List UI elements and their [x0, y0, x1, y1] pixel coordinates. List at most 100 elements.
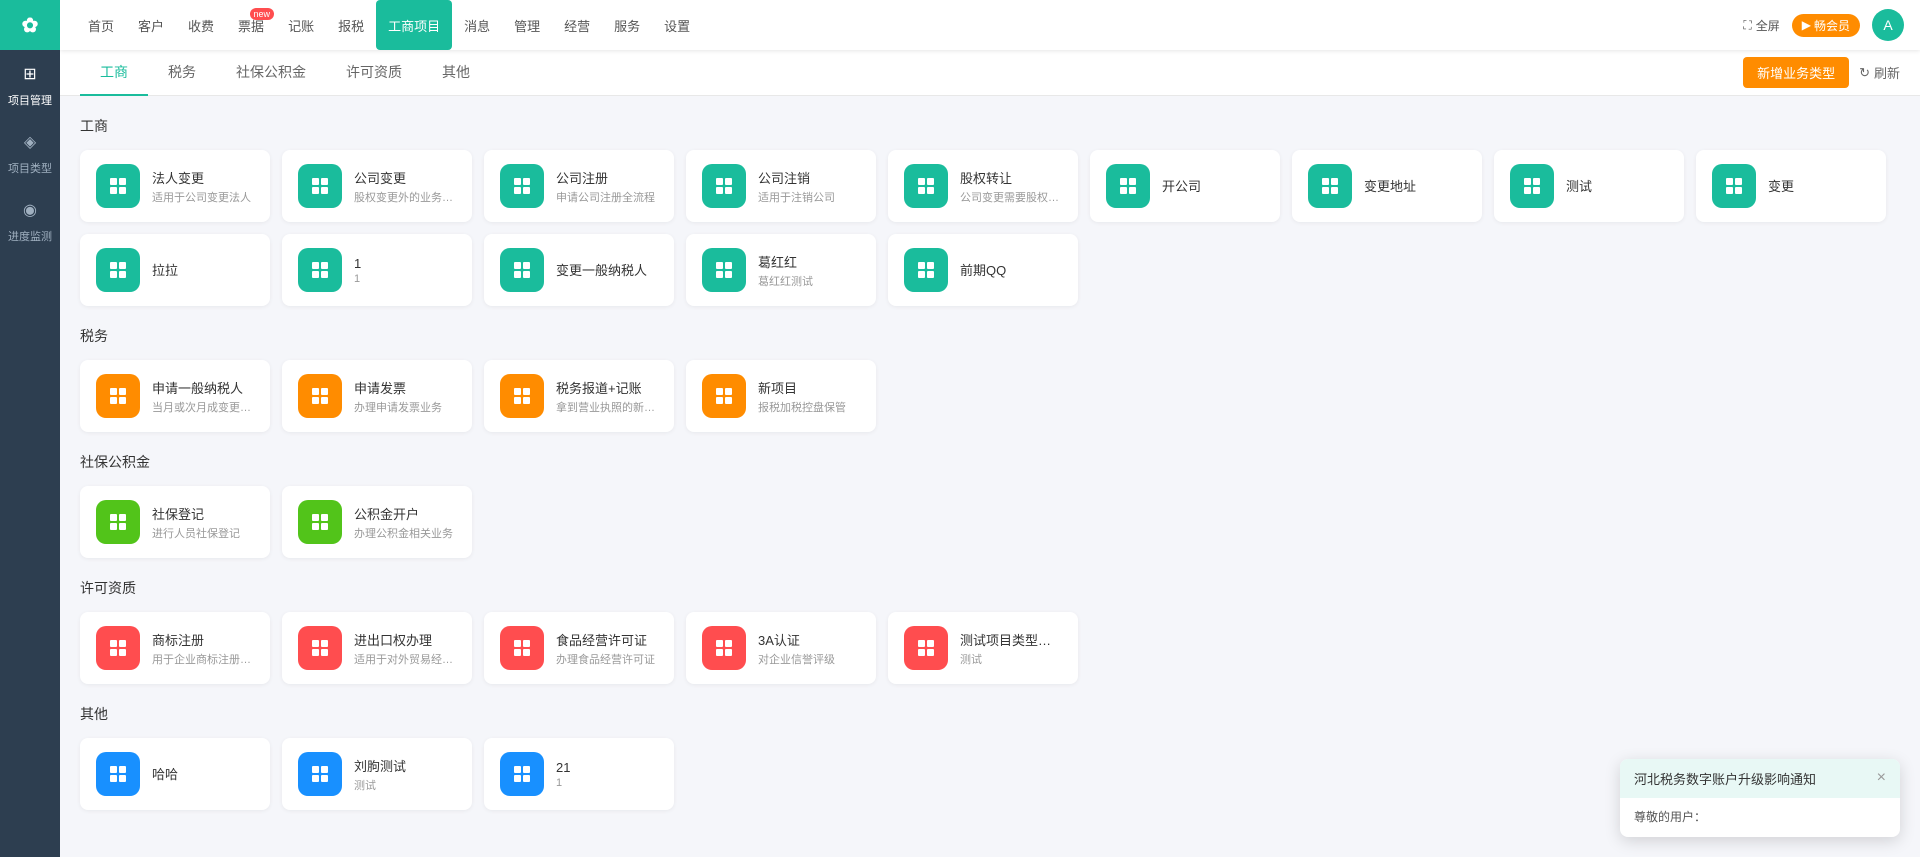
- card-text-open-company: 开公司: [1162, 176, 1264, 197]
- card-desc-food-license: 办理食品经营许可证: [556, 651, 658, 667]
- card-text-ge-honghong: 葛红红葛红红测试: [758, 252, 860, 289]
- section-title-other-section: 其他: [80, 704, 1900, 724]
- card-icon-3a-cert: [702, 626, 746, 670]
- tab-biz[interactable]: 工商: [80, 50, 148, 96]
- card-desc-tax-report: 拿到营业执照的新公司: [556, 399, 658, 415]
- nav-settings[interactable]: 设置: [652, 0, 702, 50]
- card-title-liupao-test: 刘朐测试: [354, 756, 456, 775]
- card-fund-account[interactable]: 公积金开户办理公积金相关业务: [282, 486, 472, 558]
- card-text-change-taxpayer: 变更一般纳税人: [556, 260, 658, 281]
- card-icon-company-cancel: [702, 164, 746, 208]
- card-one[interactable]: 11: [282, 234, 472, 306]
- card-text-haha: 哈哈: [152, 764, 254, 785]
- nav-manage[interactable]: 管理: [502, 0, 552, 50]
- nav-home[interactable]: 首页: [76, 0, 126, 50]
- tab-license[interactable]: 许可资质: [326, 50, 422, 96]
- card-icon-company-change: [298, 164, 342, 208]
- sidebar-item-project-type[interactable]: ◈ 项目类型: [0, 118, 60, 186]
- card-lala[interactable]: 拉拉: [80, 234, 270, 306]
- card-liupao-test[interactable]: 刘朐测试测试: [282, 738, 472, 810]
- card-company-register[interactable]: 公司注册申请公司注册全流程: [484, 150, 674, 222]
- card-company-change[interactable]: 公司变更股权变更外的业务变更: [282, 150, 472, 222]
- card-open-company[interactable]: 开公司: [1090, 150, 1280, 222]
- nav-message[interactable]: 消息: [452, 0, 502, 50]
- fullscreen-icon: ⛶: [1743, 18, 1751, 33]
- content-body: 工商法人变更适用于公司变更法人公司变更股权变更外的业务变更公司注册申请公司注册全…: [60, 96, 1920, 850]
- cards-grid-biz-section: 法人变更适用于公司变更法人公司变更股权变更外的业务变更公司注册申请公司注册全流程…: [80, 150, 1900, 306]
- card-tax-report[interactable]: 税务报道+记账拿到营业执照的新公司: [484, 360, 674, 432]
- card-text-new-project: 新项目报税加税控盘保管: [758, 378, 860, 415]
- nav-operate[interactable]: 经营: [552, 0, 602, 50]
- nav-tax[interactable]: 报税: [326, 0, 376, 50]
- card-import-export[interactable]: 进出口权办理适用于对外贸易经营者: [282, 612, 472, 684]
- card-test[interactable]: 测试: [1494, 150, 1684, 222]
- tabs-list: 工商 税务 社保公积金 许可资质 其他: [80, 50, 490, 95]
- cards-grid-tax-section: 申请一般纳税人当月或次月成变更完成申请发票办理申请发票业务税务报道+记账拿到营业…: [80, 360, 1900, 432]
- card-ge-honghong[interactable]: 葛红红葛红红测试: [686, 234, 876, 306]
- card-qq[interactable]: 前期QQ: [888, 234, 1078, 306]
- card-test-type[interactable]: 测试项目类型目定义测试: [888, 612, 1078, 684]
- sidebar-item-progress[interactable]: ◉ 进度监测: [0, 186, 60, 254]
- tab-social[interactable]: 社保公积金: [216, 50, 326, 96]
- tab-other[interactable]: 其他: [422, 50, 490, 96]
- card-text-legal-change: 法人变更适用于公司变更法人: [152, 168, 254, 205]
- nav-account[interactable]: 记账: [276, 0, 326, 50]
- card-change-address[interactable]: 变更地址: [1292, 150, 1482, 222]
- card-icon-trademark: [96, 626, 140, 670]
- refresh-button[interactable]: ↻ 刷新: [1859, 63, 1900, 82]
- card-trademark[interactable]: 商标注册用于企业商标注册服务: [80, 612, 270, 684]
- card-change-taxpayer[interactable]: 变更一般纳税人: [484, 234, 674, 306]
- cards-grid-license-section: 商标注册用于企业商标注册服务进出口权办理适用于对外贸易经营者 食品经营许可证办理食…: [80, 612, 1900, 684]
- card-text-equity-transfer: 股权转让公司变更需要股权转让: [960, 168, 1062, 205]
- nav-collect[interactable]: 收费: [176, 0, 226, 50]
- sidebar-logo: ✿: [0, 0, 60, 50]
- card-new-project[interactable]: 新项目报税加税控盘保管: [686, 360, 876, 432]
- nav-ticket[interactable]: 票据 new: [226, 0, 276, 50]
- card-desc-test-type: 测试: [960, 651, 1062, 667]
- card-legal-change[interactable]: 法人变更适用于公司变更法人: [80, 150, 270, 222]
- sidebar: ✿ ⊞ 项目管理 ◈ 项目类型 ◉ 进度监测: [0, 0, 60, 857]
- tab-tax[interactable]: 税务: [148, 50, 216, 96]
- card-desc-apply-taxpayer: 当月或次月成变更完成: [152, 399, 254, 415]
- card-desc-equity-transfer: 公司变更需要股权转让: [960, 189, 1062, 205]
- nav-biz[interactable]: 工商项目: [376, 0, 452, 50]
- card-icon-food-license: [500, 626, 544, 670]
- notification-close[interactable]: ×: [1877, 769, 1886, 787]
- card-desc-new-project: 报税加税控盘保管: [758, 399, 860, 415]
- card-3a-cert[interactable]: 3A认证对企业信誉评级: [686, 612, 876, 684]
- card-icon-open-company: [1106, 164, 1150, 208]
- card-text-change-address: 变更地址: [1364, 176, 1466, 197]
- card-title-change-taxpayer: 变更一般纳税人: [556, 260, 658, 279]
- card-title-twentyone: 21: [556, 760, 658, 775]
- vip-button[interactable]: ▶ 畅会员: [1792, 14, 1860, 37]
- card-food-license[interactable]: 食品经营许可证办理食品经营许可证: [484, 612, 674, 684]
- fullscreen-btn[interactable]: ⛶ 全屏: [1743, 17, 1779, 34]
- card-text-change: 变更: [1768, 176, 1870, 197]
- card-company-cancel[interactable]: 公司注销适用于注销公司: [686, 150, 876, 222]
- card-apply-invoice[interactable]: 申请发票办理申请发票业务: [282, 360, 472, 432]
- card-text-food-license: 食品经营许可证办理食品经营许可证: [556, 630, 658, 667]
- sidebar-item-project-manage[interactable]: ⊞ 项目管理: [0, 50, 60, 118]
- card-haha[interactable]: 哈哈: [80, 738, 270, 810]
- card-twentyone[interactable]: 211: [484, 738, 674, 810]
- card-equity-transfer[interactable]: 股权转让公司变更需要股权转让: [888, 150, 1078, 222]
- card-title-qq: 前期QQ: [960, 260, 1062, 279]
- project-manage-icon: ⊞: [16, 60, 44, 88]
- card-desc-one: 1: [354, 273, 456, 285]
- notification-title: 河北税务数字账户升级影响通知: [1634, 769, 1816, 788]
- nav-customer[interactable]: 客户: [126, 0, 176, 50]
- tabs-actions: 新增业务类型 ↻ 刷新: [1743, 57, 1900, 88]
- card-apply-taxpayer[interactable]: 申请一般纳税人当月或次月成变更完成: [80, 360, 270, 432]
- card-icon-social-register: [96, 500, 140, 544]
- avatar[interactable]: A: [1872, 9, 1904, 41]
- card-social-register[interactable]: 社保登记进行人员社保登记: [80, 486, 270, 558]
- card-icon-equity-transfer: [904, 164, 948, 208]
- card-text-one: 11: [354, 256, 456, 285]
- card-title-import-export: 进出口权办理: [354, 630, 456, 649]
- card-text-company-cancel: 公司注销适用于注销公司: [758, 168, 860, 205]
- topnav-right: ⛶ 全屏 ▶ 畅会员 A: [1743, 9, 1904, 41]
- nav-service[interactable]: 服务: [602, 0, 652, 50]
- add-type-button[interactable]: 新增业务类型: [1743, 57, 1849, 88]
- card-change[interactable]: 变更: [1696, 150, 1886, 222]
- card-icon-new-project: [702, 374, 746, 418]
